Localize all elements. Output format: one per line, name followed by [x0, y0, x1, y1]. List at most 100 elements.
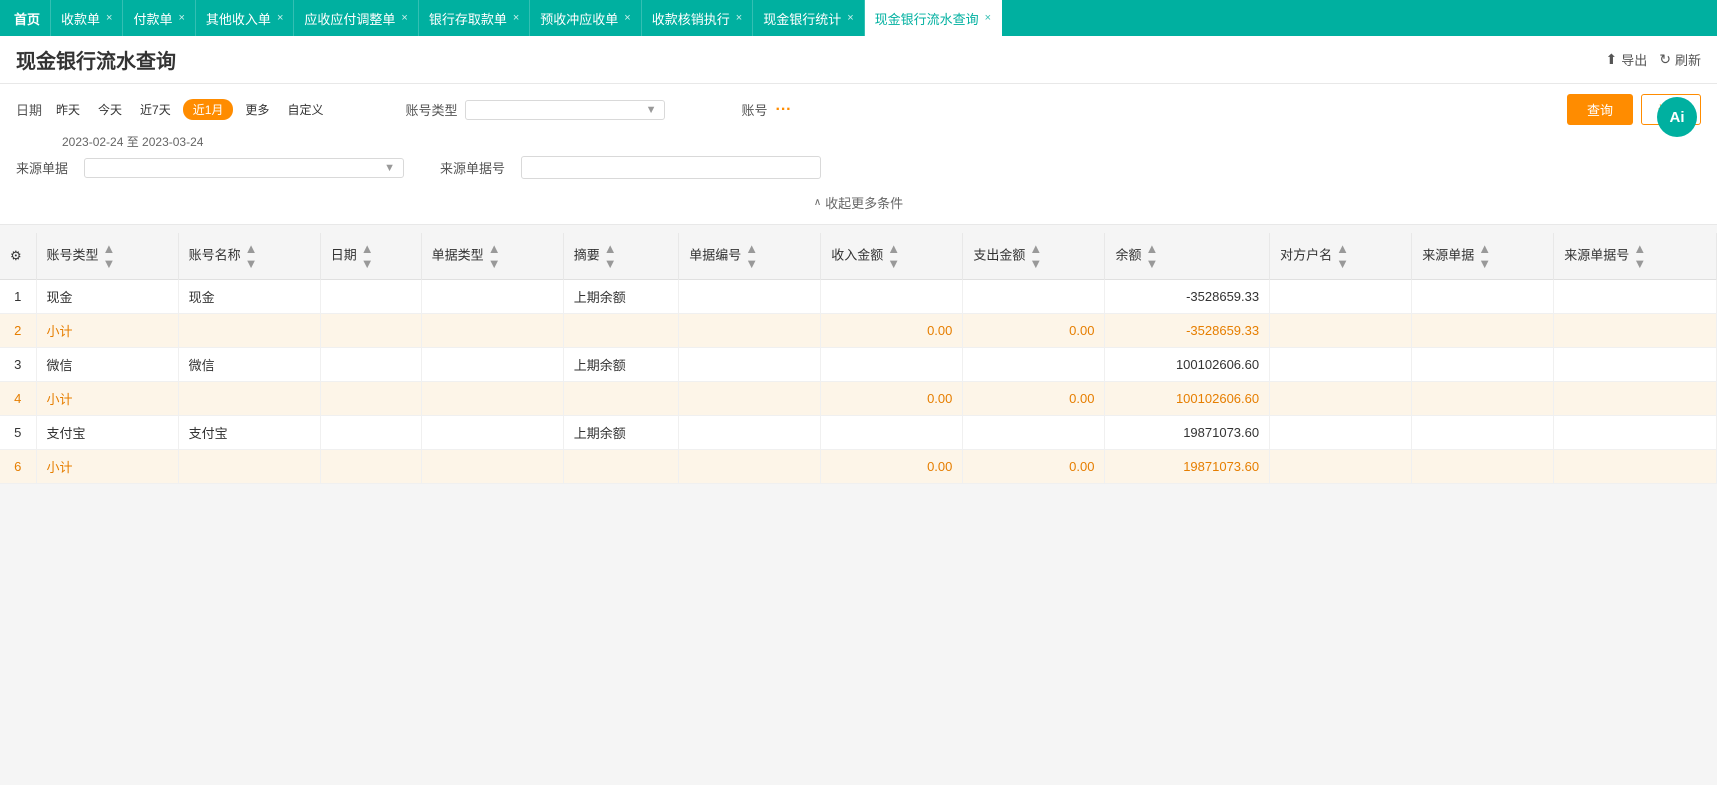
- table-row: 1现金现金上期余额-3528659.33: [0, 280, 1717, 314]
- nav-tab-close[interactable]: ×: [985, 12, 991, 24]
- sort-arrows-summary: ▲▼: [604, 241, 617, 271]
- nav-tab-label: 银行存取款单: [429, 9, 507, 28]
- nav-tab-xianjinyinhangliushui[interactable]: 现金银行流水查询 ×: [865, 0, 1002, 36]
- nav-tab-shoukuanxiaoshou[interactable]: 收款核销执行 ×: [642, 0, 753, 36]
- col-gear[interactable]: ⚙: [0, 233, 36, 280]
- nav-tab-fukuandan[interactable]: 付款单 ×: [123, 0, 195, 36]
- date-opt-yesterday[interactable]: 昨天: [50, 99, 86, 120]
- nav-tab-label: 现金银行统计: [763, 9, 841, 28]
- chevron-down-icon: ▼: [646, 104, 657, 116]
- sort-arrows-account-name: ▲▼: [245, 241, 258, 271]
- table-row: 2小计0.000.00-3528659.33: [0, 314, 1717, 348]
- col-expense[interactable]: 支出金额▲▼: [963, 233, 1105, 280]
- nav-tab-label: 现金银行流水查询: [875, 9, 979, 28]
- col-doc-type[interactable]: 单据类型▲▼: [421, 233, 563, 280]
- date-range-display: 2023-02-24 至 2023-03-24: [58, 133, 1701, 150]
- data-table: ⚙ 账号类型▲▼ 账号名称▲▼ 日期▲▼ 单据类型▲▼ 摘要▲▼: [0, 233, 1717, 484]
- sort-arrows-date: ▲▼: [361, 241, 374, 271]
- date-options: 昨天 今天 近7天 近1月 更多 自定义: [50, 99, 329, 120]
- sort-arrows-doc-no: ▲▼: [745, 241, 758, 271]
- nav-tab-yushou[interactable]: 预收冲应收单 ×: [530, 0, 641, 36]
- nav-tab-label: 应收应付调整单: [304, 9, 395, 28]
- col-summary[interactable]: 摘要▲▼: [563, 233, 678, 280]
- page-header: 现金银行流水查询 ⬆ 导出 ↻ 刷新: [0, 36, 1717, 84]
- sort-arrows-account-type: ▲▼: [103, 241, 116, 271]
- nav-tab-close[interactable]: ×: [847, 12, 853, 24]
- date-opt-1month[interactable]: 近1月: [183, 99, 234, 120]
- collapse-bar[interactable]: ∧ 收起更多条件: [16, 187, 1701, 214]
- date-opt-more[interactable]: 更多: [239, 99, 275, 120]
- filter-source-voucher: 来源单据 ▼: [16, 158, 404, 178]
- date-opt-7days[interactable]: 近7天: [134, 99, 177, 120]
- nav-tab-label: 收款单: [61, 9, 100, 28]
- filter-area: 日期 昨天 今天 近7天 近1月 更多 自定义 账号类型 ▼ 账号 ··· 查询…: [0, 84, 1717, 225]
- col-doc-no[interactable]: 单据编号▲▼: [679, 233, 821, 280]
- ai-badge[interactable]: Ai: [1657, 97, 1697, 137]
- nav-tab-close[interactable]: ×: [513, 12, 519, 24]
- col-income[interactable]: 收入金额▲▼: [821, 233, 963, 280]
- nav-tab-label: 预收冲应收单: [540, 9, 618, 28]
- nav-tab-close[interactable]: ×: [736, 12, 742, 24]
- filter-row-2: 来源单据 ▼ 来源单据号: [16, 156, 1701, 179]
- refresh-button[interactable]: ↻ 刷新: [1659, 50, 1701, 69]
- col-source-no[interactable]: 来源单据号▲▼: [1554, 233, 1717, 280]
- sort-arrows-source: ▲▼: [1478, 241, 1491, 271]
- date-label: 日期: [16, 100, 42, 119]
- date-opt-custom[interactable]: 自定义: [281, 99, 329, 120]
- export-icon: ⬆: [1606, 51, 1618, 68]
- filter-account: 账号 ···: [741, 100, 791, 119]
- chevron-up-icon: ∧: [814, 197, 821, 208]
- source-voucher-select[interactable]: ▼: [84, 158, 404, 178]
- nav-tab-home[interactable]: 首页: [4, 0, 51, 36]
- col-date[interactable]: 日期▲▼: [320, 233, 421, 280]
- account-label: 账号: [741, 100, 767, 119]
- page-title: 现金银行流水查询: [16, 45, 176, 74]
- col-opposite[interactable]: 对方户名▲▼: [1270, 233, 1412, 280]
- nav-tab-close[interactable]: ×: [401, 12, 407, 24]
- nav-tab-label: 收款核销执行: [652, 9, 730, 28]
- sort-arrows-opposite: ▲▼: [1336, 241, 1349, 271]
- top-navigation: 首页 收款单 × 付款单 × 其他收入单 × 应收应付调整单 × 银行存取款单 …: [0, 0, 1717, 36]
- nav-tab-yingshouyingfu[interactable]: 应收应付调整单 ×: [294, 0, 418, 36]
- filter-row-1: 日期 昨天 今天 近7天 近1月 更多 自定义 账号类型 ▼ 账号 ··· 查询…: [16, 94, 1701, 125]
- header-actions: ⬆ 导出 ↻ 刷新: [1606, 50, 1702, 69]
- date-opt-today[interactable]: 今天: [92, 99, 128, 120]
- chevron-down-icon-2: ▼: [384, 162, 395, 174]
- nav-tab-label: 付款单: [133, 9, 172, 28]
- sort-arrows-doc-type: ▲▼: [488, 241, 501, 271]
- nav-tab-close[interactable]: ×: [277, 12, 283, 24]
- nav-tab-xianjinyinhangtongji[interactable]: 现金银行统计 ×: [753, 0, 864, 36]
- nav-tab-shoukuandan[interactable]: 收款单 ×: [51, 0, 123, 36]
- source-voucher-no-label: 来源单据号: [440, 158, 505, 177]
- table-row: 6小计0.000.0019871073.60: [0, 450, 1717, 484]
- table-row: 4小计0.000.00100102606.60: [0, 382, 1717, 416]
- account-type-select[interactable]: ▼: [465, 100, 665, 120]
- gear-icon: ⚙: [10, 248, 22, 263]
- export-label: 导出: [1621, 50, 1647, 69]
- sort-arrows-source-no: ▲▼: [1633, 241, 1646, 271]
- collapse-label: 收起更多条件: [825, 193, 903, 212]
- nav-tab-yinhangcunqu[interactable]: 银行存取款单 ×: [419, 0, 530, 36]
- data-table-container: ⚙ 账号类型▲▼ 账号名称▲▼ 日期▲▼ 单据类型▲▼ 摘要▲▼: [0, 233, 1717, 484]
- nav-tab-close[interactable]: ×: [178, 12, 184, 24]
- sort-arrows-expense: ▲▼: [1029, 241, 1042, 271]
- nav-tab-close[interactable]: ×: [624, 12, 630, 24]
- nav-tab-qitashouru[interactable]: 其他收入单 ×: [196, 0, 294, 36]
- col-account-name[interactable]: 账号名称▲▼: [178, 233, 320, 280]
- table-header-row: ⚙ 账号类型▲▼ 账号名称▲▼ 日期▲▼ 单据类型▲▼ 摘要▲▼: [0, 233, 1717, 280]
- filter-date: 日期 昨天 今天 近7天 近1月 更多 自定义: [16, 99, 329, 120]
- account-dots[interactable]: ···: [775, 101, 791, 119]
- query-button[interactable]: 查询: [1567, 94, 1633, 125]
- source-voucher-label: 来源单据: [16, 158, 68, 177]
- export-button[interactable]: ⬆ 导出: [1606, 50, 1648, 69]
- col-account-type[interactable]: 账号类型▲▼: [36, 233, 178, 280]
- source-voucher-no-input[interactable]: [521, 156, 821, 179]
- sort-arrows-income: ▲▼: [887, 241, 900, 271]
- date-range-text: 2023-02-24 至 2023-03-24: [62, 135, 203, 149]
- col-source[interactable]: 来源单据▲▼: [1412, 233, 1554, 280]
- refresh-label: 刷新: [1675, 50, 1701, 69]
- refresh-icon: ↻: [1659, 51, 1671, 68]
- table-row: 5支付宝支付宝上期余额19871073.60: [0, 416, 1717, 450]
- nav-tab-close[interactable]: ×: [106, 12, 112, 24]
- col-balance[interactable]: 余额▲▼: [1105, 233, 1270, 280]
